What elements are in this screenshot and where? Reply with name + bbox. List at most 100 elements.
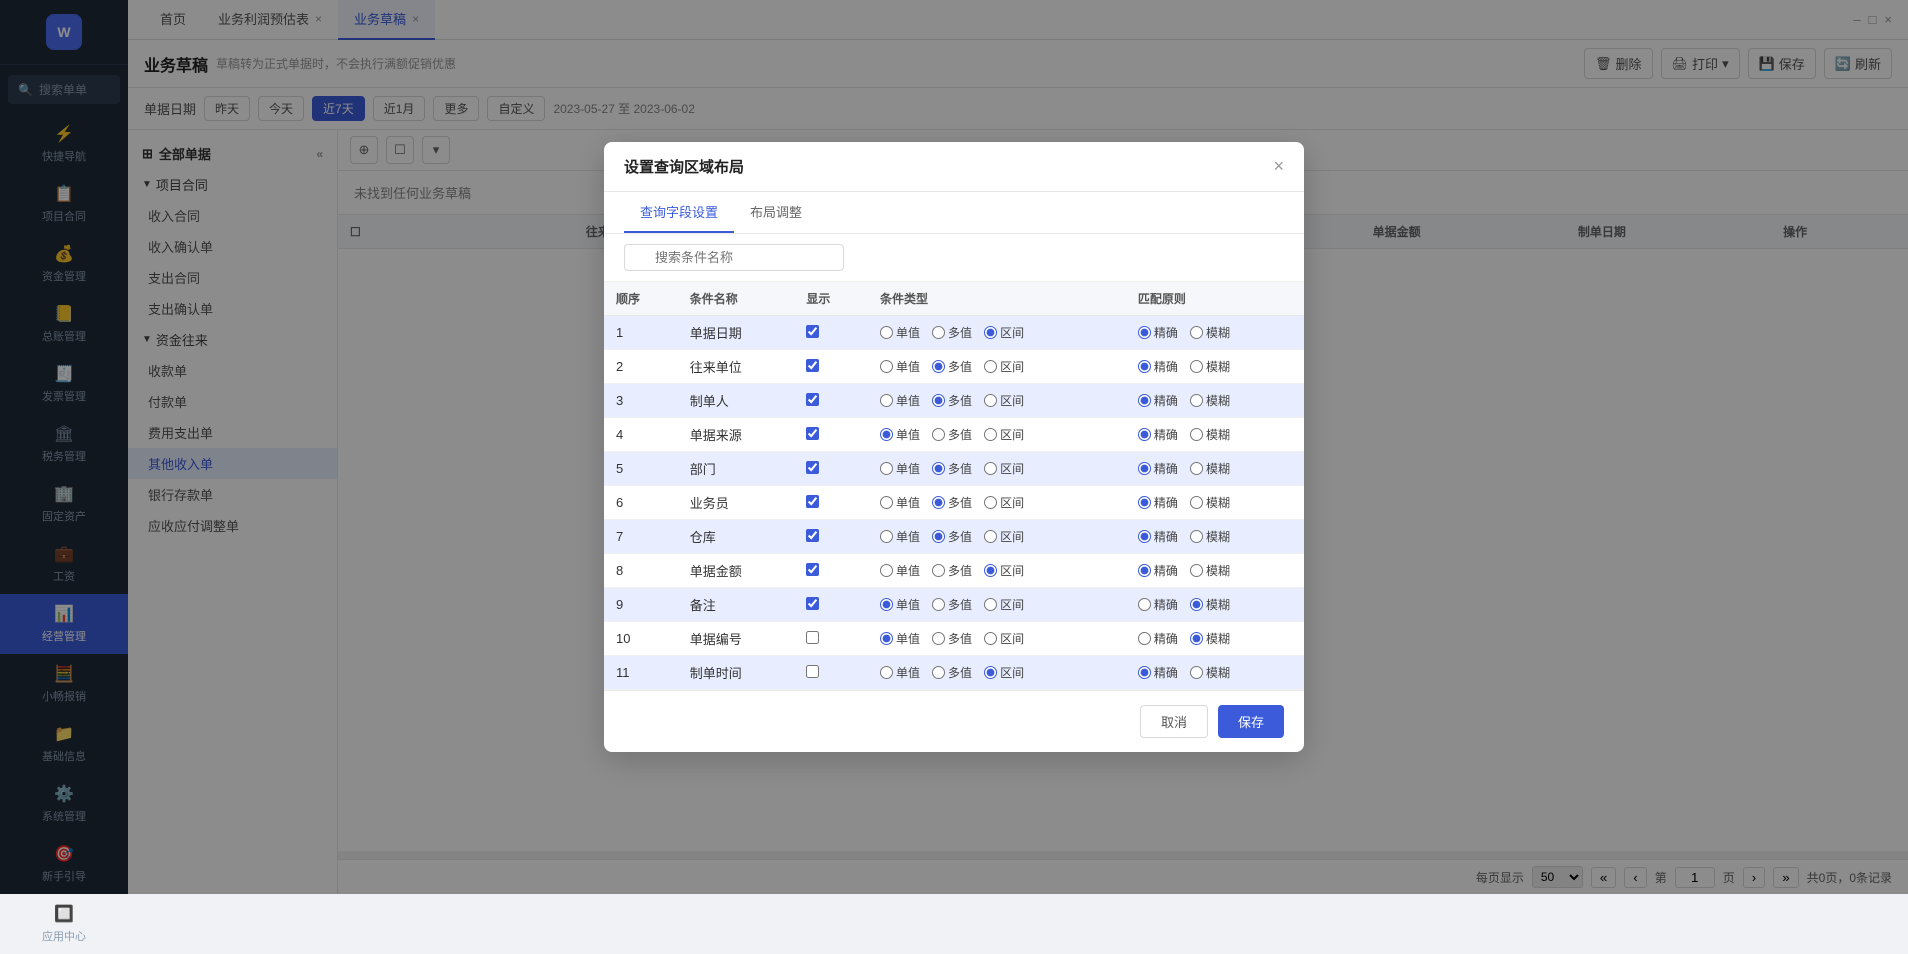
display-checkbox[interactable]	[806, 665, 819, 678]
display-checkbox[interactable]	[806, 325, 819, 338]
type-radio-opt[interactable]: 单值	[880, 358, 920, 375]
match-radio-input[interactable]	[1190, 496, 1203, 509]
match-radio-input[interactable]	[1190, 632, 1203, 645]
type-radio-opt[interactable]: 单值	[880, 494, 920, 511]
type-radio-opt[interactable]: 单值	[880, 630, 920, 647]
match-radio-input[interactable]	[1190, 598, 1203, 611]
type-radio-input[interactable]	[880, 496, 893, 509]
condition-search-input[interactable]	[624, 244, 844, 271]
dialog-close-btn[interactable]: ×	[1273, 156, 1284, 177]
type-radio-opt[interactable]: 多值	[932, 460, 972, 477]
type-radio-opt[interactable]: 区间	[984, 562, 1024, 579]
type-radio-opt[interactable]: 多值	[932, 392, 972, 409]
type-radio-input[interactable]	[984, 428, 997, 441]
type-radio-opt[interactable]: 多值	[932, 664, 972, 681]
match-radio-opt[interactable]: 精确	[1138, 460, 1178, 477]
match-radio-opt[interactable]: 模糊	[1190, 596, 1230, 613]
type-radio-input[interactable]	[984, 326, 997, 339]
type-radio-opt[interactable]: 单值	[880, 664, 920, 681]
match-radio-opt[interactable]: 精确	[1138, 664, 1178, 681]
type-radio-input[interactable]	[880, 598, 893, 611]
type-radio-opt[interactable]: 多值	[932, 562, 972, 579]
type-radio-input[interactable]	[984, 360, 997, 373]
match-radio-opt[interactable]: 精确	[1138, 630, 1178, 647]
type-radio-opt[interactable]: 区间	[984, 528, 1024, 545]
dialog-tab-layout[interactable]: 布局调整	[734, 192, 818, 233]
type-radio-input[interactable]	[880, 632, 893, 645]
type-radio-input[interactable]	[932, 428, 945, 441]
type-radio-input[interactable]	[932, 394, 945, 407]
type-radio-input[interactable]	[984, 564, 997, 577]
match-radio-input[interactable]	[1190, 564, 1203, 577]
display-checkbox[interactable]	[806, 631, 819, 644]
sidebar-item-apps[interactable]: 🔲 应用中心	[0, 894, 128, 954]
match-radio-input[interactable]	[1190, 530, 1203, 543]
type-radio-opt[interactable]: 单值	[880, 460, 920, 477]
type-radio-opt[interactable]: 区间	[984, 596, 1024, 613]
type-radio-input[interactable]	[932, 666, 945, 679]
match-radio-input[interactable]	[1138, 428, 1151, 441]
type-radio-input[interactable]	[932, 632, 945, 645]
match-radio-input[interactable]	[1190, 462, 1203, 475]
display-checkbox[interactable]	[806, 529, 819, 542]
match-radio-input[interactable]	[1138, 666, 1151, 679]
type-radio-input[interactable]	[932, 326, 945, 339]
match-radio-opt[interactable]: 模糊	[1190, 664, 1230, 681]
type-radio-opt[interactable]: 多值	[932, 358, 972, 375]
type-radio-input[interactable]	[880, 462, 893, 475]
type-radio-opt[interactable]: 区间	[984, 664, 1024, 681]
match-radio-input[interactable]	[1190, 428, 1203, 441]
type-radio-input[interactable]	[932, 564, 945, 577]
type-radio-opt[interactable]: 单值	[880, 528, 920, 545]
match-radio-opt[interactable]: 精确	[1138, 562, 1178, 579]
match-radio-input[interactable]	[1138, 360, 1151, 373]
type-radio-opt[interactable]: 单值	[880, 596, 920, 613]
dialog-save-button[interactable]: 保存	[1218, 705, 1284, 738]
type-radio-input[interactable]	[984, 666, 997, 679]
dialog-content[interactable]: 顺序 条件名称 显示 条件类型 匹配原则 1单据日期单值多值区间精确模糊2往来单…	[604, 282, 1304, 690]
type-radio-opt[interactable]: 多值	[932, 426, 972, 443]
match-radio-opt[interactable]: 精确	[1138, 426, 1178, 443]
type-radio-input[interactable]	[880, 394, 893, 407]
type-radio-opt[interactable]: 多值	[932, 494, 972, 511]
type-radio-input[interactable]	[880, 530, 893, 543]
type-radio-input[interactable]	[932, 530, 945, 543]
type-radio-input[interactable]	[984, 462, 997, 475]
match-radio-opt[interactable]: 模糊	[1190, 460, 1230, 477]
display-checkbox[interactable]	[806, 359, 819, 372]
type-radio-opt[interactable]: 单值	[880, 324, 920, 341]
match-radio-opt[interactable]: 模糊	[1190, 392, 1230, 409]
type-radio-input[interactable]	[880, 666, 893, 679]
match-radio-opt[interactable]: 精确	[1138, 324, 1178, 341]
match-radio-opt[interactable]: 模糊	[1190, 494, 1230, 511]
display-checkbox[interactable]	[806, 461, 819, 474]
match-radio-opt[interactable]: 模糊	[1190, 358, 1230, 375]
type-radio-opt[interactable]: 多值	[932, 528, 972, 545]
type-radio-input[interactable]	[984, 598, 997, 611]
type-radio-input[interactable]	[984, 632, 997, 645]
match-radio-input[interactable]	[1190, 360, 1203, 373]
match-radio-opt[interactable]: 模糊	[1190, 630, 1230, 647]
match-radio-input[interactable]	[1138, 598, 1151, 611]
match-radio-opt[interactable]: 精确	[1138, 528, 1178, 545]
match-radio-input[interactable]	[1138, 530, 1151, 543]
match-radio-input[interactable]	[1138, 564, 1151, 577]
match-radio-opt[interactable]: 精确	[1138, 358, 1178, 375]
type-radio-opt[interactable]: 区间	[984, 392, 1024, 409]
type-radio-opt[interactable]: 区间	[984, 494, 1024, 511]
type-radio-opt[interactable]: 区间	[984, 358, 1024, 375]
display-checkbox[interactable]	[806, 427, 819, 440]
match-radio-opt[interactable]: 精确	[1138, 392, 1178, 409]
type-radio-opt[interactable]: 区间	[984, 324, 1024, 341]
match-radio-opt[interactable]: 模糊	[1190, 426, 1230, 443]
match-radio-opt[interactable]: 精确	[1138, 596, 1178, 613]
match-radio-opt[interactable]: 精确	[1138, 494, 1178, 511]
match-radio-input[interactable]	[1138, 462, 1151, 475]
type-radio-input[interactable]	[932, 496, 945, 509]
type-radio-input[interactable]	[984, 496, 997, 509]
match-radio-input[interactable]	[1138, 394, 1151, 407]
type-radio-opt[interactable]: 单值	[880, 562, 920, 579]
type-radio-input[interactable]	[932, 360, 945, 373]
type-radio-input[interactable]	[880, 360, 893, 373]
match-radio-opt[interactable]: 模糊	[1190, 562, 1230, 579]
